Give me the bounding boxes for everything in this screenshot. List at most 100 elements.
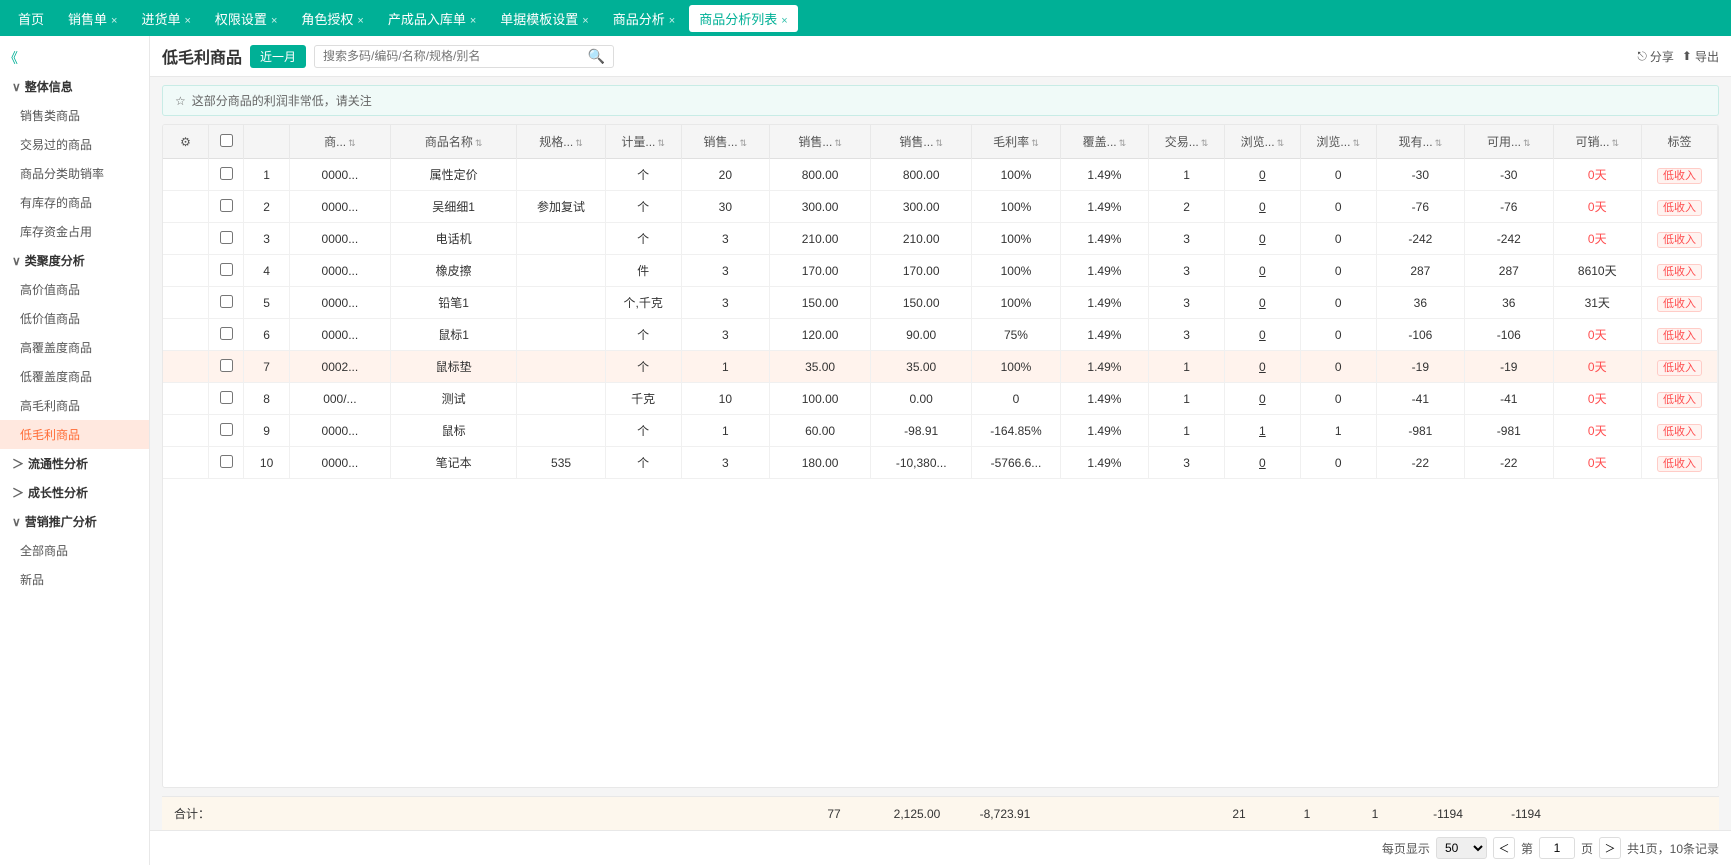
row-browse1[interactable]: 0	[1224, 383, 1300, 415]
sidebar-group-marketing[interactable]: ∨ 营销推广分析	[0, 507, 149, 536]
tag-badge: 低收入	[1657, 168, 1702, 184]
col-settings[interactable]: ⚙	[163, 125, 208, 159]
page-suffix: 页	[1581, 840, 1593, 857]
col-code[interactable]: 商...⇅	[289, 125, 390, 159]
row-checkbox[interactable]	[220, 231, 233, 244]
close-purchase-icon[interactable]: ×	[184, 15, 190, 27]
col-sales2[interactable]: 销售...⇅	[770, 125, 871, 159]
sidebar-item-low-margin[interactable]: 低毛利商品	[0, 420, 149, 449]
row-number: 10	[244, 447, 289, 479]
sidebar-item-sales-products[interactable]: 销售类商品	[0, 101, 149, 130]
search-icon[interactable]: 🔍	[588, 48, 605, 65]
col-spec[interactable]: 规格...⇅	[517, 125, 605, 159]
col-browse2[interactable]: 浏览...⇅	[1300, 125, 1376, 159]
nav-product-entry[interactable]: 产成品入库单×	[378, 5, 486, 32]
col-sales3[interactable]: 销售...⇅	[871, 125, 972, 159]
sidebar-group-circulation[interactable]: ＞ 流通性分析	[0, 449, 149, 478]
row-checkbox-cell[interactable]	[208, 447, 243, 479]
page-number-input[interactable]	[1539, 837, 1575, 859]
row-checkbox-cell[interactable]	[208, 415, 243, 447]
row-browse1[interactable]: 0	[1224, 287, 1300, 319]
sidebar-collapse-btn[interactable]: 《	[0, 44, 149, 72]
col-check[interactable]	[208, 125, 243, 159]
sidebar-item-low-coverage[interactable]: 低覆盖度商品	[0, 362, 149, 391]
nav-role[interactable]: 角色授权×	[291, 5, 373, 32]
row-checkbox-cell[interactable]	[208, 351, 243, 383]
row-checkbox[interactable]	[220, 327, 233, 340]
row-checkbox-cell[interactable]	[208, 223, 243, 255]
nav-sales[interactable]: 销售单×	[58, 5, 127, 32]
nav-permission[interactable]: 权限设置×	[205, 5, 287, 32]
page-size-select[interactable]: 50 20 100 200	[1436, 837, 1487, 859]
sidebar-item-all-products[interactable]: 全部商品	[0, 536, 149, 565]
sidebar-item-high-coverage[interactable]: 高覆盖度商品	[0, 333, 149, 362]
row-tag: 低收入	[1641, 191, 1717, 223]
row-checkbox-cell[interactable]	[208, 287, 243, 319]
search-input[interactable]	[323, 49, 588, 63]
nav-product-analysis-list[interactable]: 商品分析列表×	[689, 5, 797, 32]
filter-button[interactable]: 近一月	[250, 45, 306, 68]
row-checkbox[interactable]	[220, 359, 233, 372]
col-gross-rate[interactable]: 毛利率⇅	[972, 125, 1060, 159]
row-checkbox[interactable]	[220, 391, 233, 404]
nav-home[interactable]: 首页	[8, 5, 54, 32]
col-current[interactable]: 现有...⇅	[1376, 125, 1464, 159]
share-button[interactable]: ⎋ 分享	[1637, 48, 1674, 65]
close-role-icon[interactable]: ×	[357, 15, 363, 27]
row-browse1[interactable]: 0	[1224, 223, 1300, 255]
row-tag: 低收入	[1641, 319, 1717, 351]
col-trade[interactable]: 交易...⇅	[1149, 125, 1225, 159]
close-permission-icon[interactable]: ×	[271, 15, 277, 27]
sidebar-item-low-value[interactable]: 低价值商品	[0, 304, 149, 333]
col-browse1[interactable]: 浏览...⇅	[1224, 125, 1300, 159]
close-sales-icon[interactable]: ×	[111, 15, 117, 27]
close-analysis-icon[interactable]: ×	[669, 15, 675, 27]
export-button[interactable]: ⬆ 导出	[1682, 48, 1719, 65]
row-checkbox-cell[interactable]	[208, 319, 243, 351]
row-browse1[interactable]: 0	[1224, 351, 1300, 383]
row-checkbox[interactable]	[220, 167, 233, 180]
row-checkbox[interactable]	[220, 423, 233, 436]
col-sales1[interactable]: 销售...⇅	[681, 125, 769, 159]
row-browse1[interactable]: 0	[1224, 447, 1300, 479]
select-all-checkbox[interactable]	[220, 134, 233, 147]
sidebar-item-high-margin[interactable]: 高毛利商品	[0, 391, 149, 420]
sidebar-item-high-value[interactable]: 高价值商品	[0, 275, 149, 304]
sidebar-group-growth[interactable]: ＞ 成长性分析	[0, 478, 149, 507]
row-checkbox-cell[interactable]	[208, 191, 243, 223]
prev-page-button[interactable]: ＜	[1493, 837, 1515, 859]
col-unit[interactable]: 计量...⇅	[605, 125, 681, 159]
col-name[interactable]: 商品名称⇅	[390, 125, 516, 159]
sidebar-item-traded-products[interactable]: 交易过的商品	[0, 130, 149, 159]
row-checkbox-cell[interactable]	[208, 159, 243, 191]
row-checkbox[interactable]	[220, 455, 233, 468]
row-checkbox[interactable]	[220, 199, 233, 212]
row-browse1[interactable]: 0	[1224, 255, 1300, 287]
nav-template[interactable]: 单据模板设置×	[490, 5, 598, 32]
close-product-icon[interactable]: ×	[470, 15, 476, 27]
sidebar-group-overall[interactable]: ∨ 整体信息	[0, 72, 149, 101]
row-checkbox[interactable]	[220, 263, 233, 276]
row-browse1[interactable]: 0	[1224, 319, 1300, 351]
row-browse1[interactable]: 1	[1224, 415, 1300, 447]
col-saleable[interactable]: 可销...⇅	[1553, 125, 1641, 159]
sidebar-item-category-rate[interactable]: 商品分类助销率	[0, 159, 149, 188]
col-coverage[interactable]: 覆盖...⇅	[1060, 125, 1148, 159]
row-browse1[interactable]: 0	[1224, 191, 1300, 223]
row-current: -106	[1376, 319, 1464, 351]
row-checkbox-cell[interactable]	[208, 383, 243, 415]
next-page-button[interactable]: ＞	[1599, 837, 1621, 859]
sidebar-item-new-products[interactable]: 新品	[0, 565, 149, 594]
row-browse1[interactable]: 0	[1224, 159, 1300, 191]
sidebar-item-inventory-funds[interactable]: 库存资金占用	[0, 217, 149, 246]
nav-product-analysis[interactable]: 商品分析×	[603, 5, 685, 32]
sidebar-item-in-stock[interactable]: 有库存的商品	[0, 188, 149, 217]
close-template-icon[interactable]: ×	[582, 15, 588, 27]
close-list-icon[interactable]: ×	[781, 15, 787, 27]
row-checkbox[interactable]	[220, 295, 233, 308]
row-checkbox-cell[interactable]	[208, 255, 243, 287]
nav-purchase[interactable]: 进货单×	[131, 5, 200, 32]
sidebar-group-cluster[interactable]: ∨ 类聚度分析	[0, 246, 149, 275]
col-available[interactable]: 可用...⇅	[1465, 125, 1553, 159]
settings-icon[interactable]: ⚙	[180, 135, 191, 149]
